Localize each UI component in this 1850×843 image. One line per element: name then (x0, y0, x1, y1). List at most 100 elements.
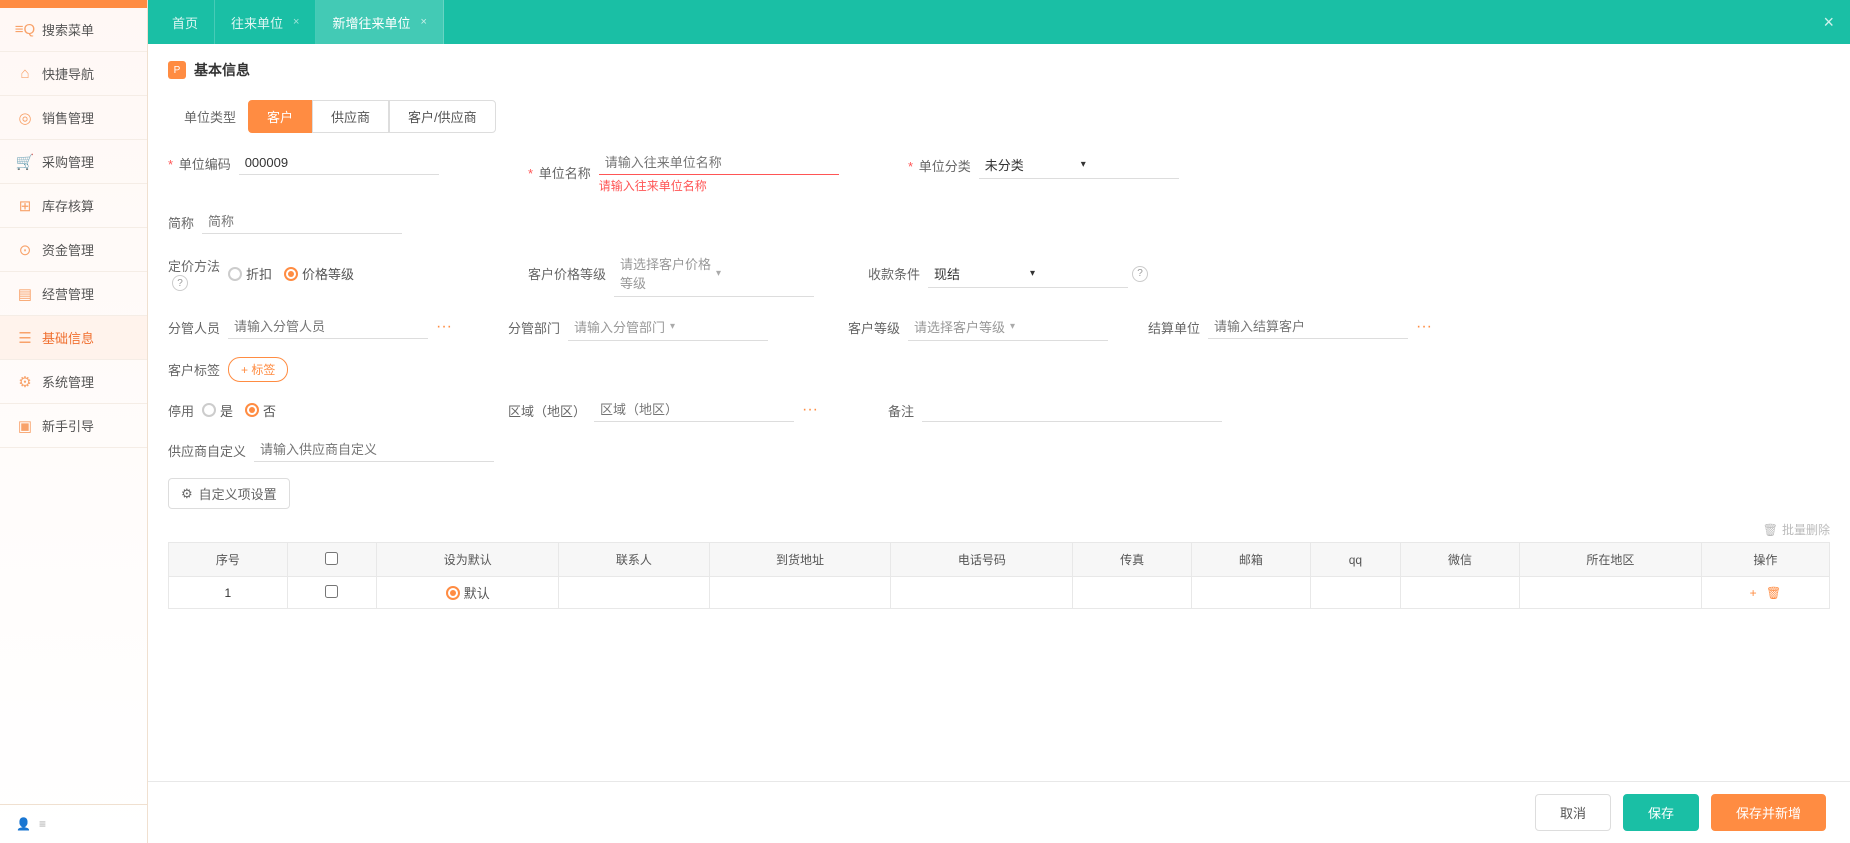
field-name: * 单位名称 请输入往来单位名称 (528, 151, 908, 194)
default-radio[interactable]: 默认 (385, 583, 550, 602)
price-level-placeholder: 请选择客户价格等级 (620, 254, 712, 292)
customer-level-select[interactable]: 请选择客户等级 ▾ (908, 313, 1108, 341)
category-value: 未分类 (985, 155, 1077, 174)
tab-transactions[interactable]: 往来单位 × (215, 0, 316, 44)
manager-more-btn[interactable]: ··· (432, 318, 456, 336)
col-address: 到货地址 (709, 543, 891, 577)
field-manager: 分管人员 ··· (168, 315, 508, 339)
save-new-button[interactable]: 保存并新增 (1711, 794, 1826, 831)
col-qq: qq (1310, 543, 1401, 577)
row-checkbox[interactable] (325, 585, 338, 598)
supplier-custom-input[interactable] (254, 438, 494, 462)
name-input[interactable] (599, 151, 839, 175)
category-chevron-icon: ▾ (1081, 159, 1173, 170)
payment-help-icon[interactable]: ? (1132, 266, 1148, 282)
tab-new-transaction[interactable]: 新增往来单位 × (316, 0, 443, 44)
form-row-4: 分管人员 ··· 分管部门 请输入分管部门 ▾ 客户等级 请选择客户等级 ▾ (168, 313, 1830, 341)
sales-icon: ◎ (16, 109, 34, 127)
sidebar-top-bar (0, 0, 147, 8)
sidebar-item-label: 库存核算 (42, 196, 94, 215)
field-pricing: 定价方法 ? 折扣 价格等级 (168, 256, 528, 291)
level-radio-circle (284, 267, 298, 281)
disable-no-radio[interactable]: 否 (245, 401, 276, 420)
sidebar-item-purchase[interactable]: 🛒 采购管理 (0, 140, 147, 184)
category-select[interactable]: 未分类 ▾ (979, 151, 1179, 179)
field-remark: 备注 (888, 398, 1830, 422)
save-button[interactable]: 保存 (1623, 794, 1699, 831)
name-required-star: * (528, 166, 533, 181)
window-close-button[interactable]: × (1815, 12, 1842, 33)
settlement-more-btn[interactable]: ··· (1412, 318, 1436, 336)
col-region: 所在地区 (1519, 543, 1701, 577)
price-level-select[interactable]: 请选择客户价格等级 ▾ (614, 250, 814, 297)
tab-home[interactable]: 首页 (156, 0, 215, 44)
add-row-btn[interactable]: + (1750, 586, 1757, 600)
col-default: 设为默认 (377, 543, 559, 577)
add-tag-button[interactable]: + 标签 (228, 357, 288, 382)
col-email: 邮箱 (1192, 543, 1311, 577)
sidebar-item-shortcuts[interactable]: ⌂ 快捷导航 (0, 52, 147, 96)
manager-input[interactable] (228, 315, 428, 339)
shortname-input[interactable] (202, 210, 402, 234)
delete-row-btn[interactable]: 🗑 (1766, 586, 1781, 600)
tabs-bar: 首页 往来单位 × 新增往来单位 × × (148, 0, 1850, 44)
cell-checkbox (287, 577, 377, 609)
batch-delete-area[interactable]: 🗑 批量删除 (168, 521, 1830, 538)
dept-select[interactable]: 请输入分管部门 ▾ (568, 313, 768, 341)
pricing-radio-discount[interactable]: 折扣 (228, 264, 272, 283)
cell-wechat (1401, 577, 1520, 609)
unit-type-supplier-btn[interactable]: 供应商 (312, 100, 389, 133)
tab-transactions-close[interactable]: × (293, 16, 299, 28)
sidebar-item-guide[interactable]: ▣ 新手引导 (0, 404, 147, 448)
pricing-radio-level[interactable]: 价格等级 (284, 264, 354, 283)
payment-select[interactable]: 现结 ▾ (928, 260, 1128, 288)
system-icon: ⚙ (16, 373, 34, 391)
home-icon: ⌂ (16, 65, 34, 83)
settings-gear-icon: ⚙ (181, 486, 193, 502)
select-all-checkbox[interactable] (325, 552, 338, 565)
sidebar-item-label: 基础信息 (42, 328, 94, 347)
field-disable: 停用 是 否 (168, 401, 508, 420)
field-price-level: 客户价格等级 请选择客户价格等级 ▾ (528, 250, 868, 297)
cancel-button[interactable]: 取消 (1535, 794, 1611, 831)
sidebar-item-sales[interactable]: ◎ 销售管理 (0, 96, 147, 140)
unit-type-customer-btn[interactable]: 客户 (248, 100, 312, 133)
form-row-1: * 单位编码 * 单位名称 请输入往来单位名称 * (168, 151, 1830, 194)
sidebar-item-finance[interactable]: ⊙ 资金管理 (0, 228, 147, 272)
contacts-table: 序号 设为默认 联系人 到货地址 电话号码 传真 邮箱 qq 微信 所在地区 操… (168, 542, 1830, 609)
sidebar-footer-icon: 👤 (16, 817, 31, 831)
col-wechat: 微信 (1401, 543, 1520, 577)
region-more-btn[interactable]: ··· (798, 401, 822, 419)
cell-email (1192, 577, 1311, 609)
col-phone: 电话号码 (891, 543, 1073, 577)
tab-new-transaction-close[interactable]: × (420, 16, 426, 28)
sidebar-item-search[interactable]: ≡Q 搜索菜单 (0, 8, 147, 52)
customer-level-placeholder: 请选择客户等级 (914, 317, 1006, 336)
disable-yes-radio[interactable]: 是 (202, 401, 233, 420)
code-required-star: * (168, 157, 173, 172)
sidebar-item-basic-info[interactable]: ☰ 基础信息 (0, 316, 147, 360)
form-row-5: 客户标签 + 标签 (168, 357, 1830, 382)
custom-settings-button[interactable]: ⚙ 自定义项设置 (168, 478, 290, 509)
pricing-help-icon[interactable]: ? (172, 275, 188, 291)
cell-default: 默认 (377, 577, 559, 609)
sidebar-item-system[interactable]: ⚙ 系统管理 (0, 360, 147, 404)
tab-transactions-label: 往来单位 (231, 13, 283, 32)
unit-type-both-btn[interactable]: 客户/供应商 (389, 100, 496, 133)
inventory-icon: ⊞ (16, 197, 34, 215)
code-input[interactable] (239, 151, 439, 175)
col-index: 序号 (169, 543, 288, 577)
no-label: 否 (263, 401, 276, 420)
cell-qq (1310, 577, 1401, 609)
sidebar-item-operations[interactable]: ▤ 经营管理 (0, 272, 147, 316)
sidebar-item-inventory[interactable]: ⊞ 库存核算 (0, 184, 147, 228)
sidebar-item-label: 资金管理 (42, 240, 94, 259)
name-error-msg: 请输入往来单位名称 (599, 177, 908, 194)
field-tags: 客户标签 + 标签 (168, 357, 1830, 382)
remark-input[interactable] (922, 398, 1222, 422)
finance-icon: ⊙ (16, 241, 34, 259)
basic-info-icon: ☰ (16, 329, 34, 347)
region-input[interactable] (594, 398, 794, 422)
settlement-input[interactable] (1208, 315, 1408, 339)
table-header-row: 序号 设为默认 联系人 到货地址 电话号码 传真 邮箱 qq 微信 所在地区 操… (169, 543, 1830, 577)
